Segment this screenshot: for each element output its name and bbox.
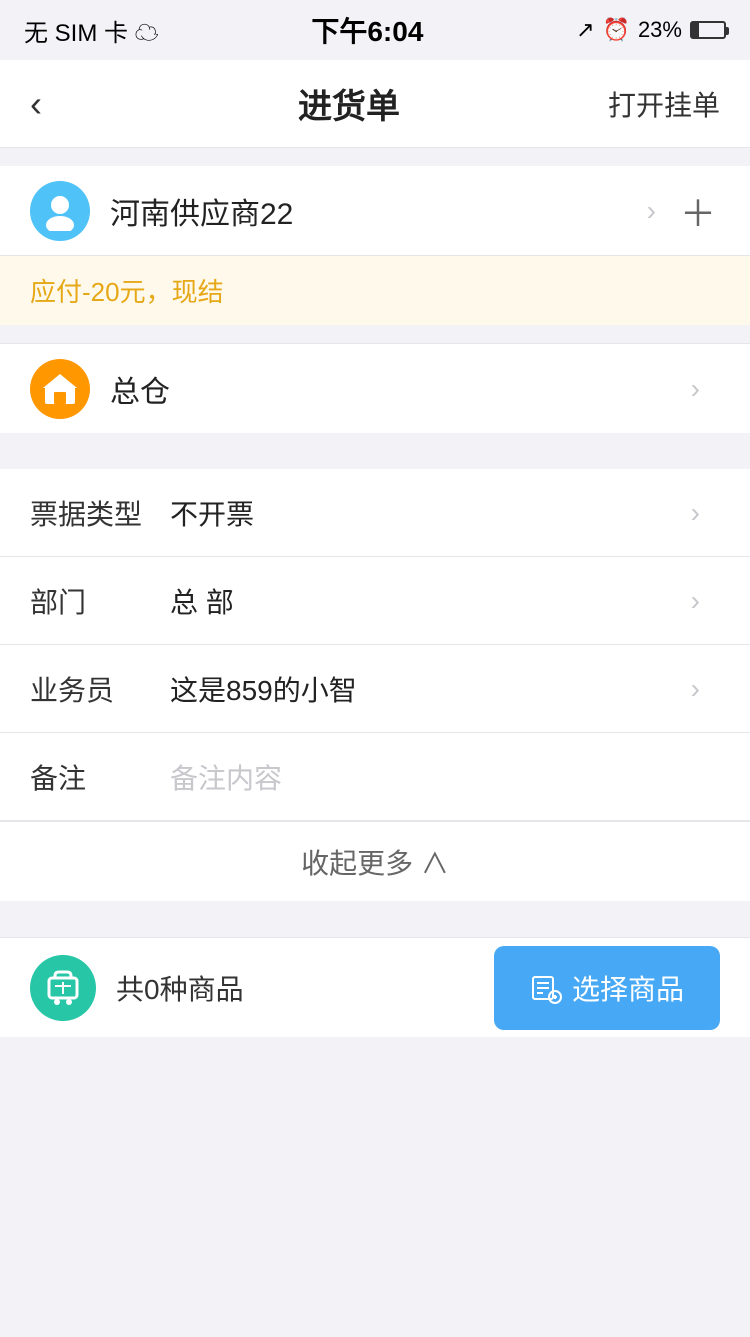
gray-fill-area	[0, 1037, 750, 1337]
select-product-button[interactable]: 选择商品	[494, 946, 720, 1030]
supplier-row[interactable]: 河南供应商22 › ＋	[0, 166, 750, 256]
bottom-bar: 共0种商品 选择商品	[0, 937, 750, 1037]
back-button[interactable]: ‹	[30, 83, 90, 125]
person-icon	[40, 191, 80, 231]
form-row-department[interactable]: 部门 总 部 ›	[0, 557, 750, 645]
department-chevron-icon: ›	[691, 585, 700, 617]
open-pending-button[interactable]: 打开挂单	[608, 84, 720, 124]
product-count-label: 共0种商品	[116, 968, 494, 1008]
warehouse-name: 总仓	[110, 367, 691, 411]
cart-icon	[43, 968, 83, 1008]
form-row-remark[interactable]: 备注 备注内容	[0, 733, 750, 821]
invoice-chevron-icon: ›	[691, 497, 700, 529]
section-gap-2	[0, 325, 750, 343]
chevron-right-icon: ›	[647, 195, 656, 227]
status-bar: 无 SIM 卡 ☁ 下午6:04 ↗ ⏰ 23%	[0, 0, 750, 60]
department-value: 总 部	[170, 581, 691, 621]
nav-bar: ‹ 进货单 打开挂单	[0, 60, 750, 148]
invoice-value: 不开票	[170, 493, 691, 533]
supplier-section: 河南供应商22 › ＋ 应付-20元，现结	[0, 166, 750, 325]
select-product-icon	[530, 972, 562, 1004]
salesperson-value: 这是859的小智	[170, 669, 691, 709]
product-icon-wrap	[30, 955, 96, 1021]
add-supplier-button[interactable]: ＋	[676, 185, 720, 237]
remark-input[interactable]: 备注内容	[170, 757, 720, 797]
supplier-name: 河南供应商22	[110, 189, 647, 233]
battery-icon	[690, 21, 726, 39]
remark-label: 备注	[30, 757, 170, 797]
warehouse-icon-wrap	[30, 359, 90, 419]
select-product-label: 选择商品	[572, 968, 684, 1008]
battery-label: 23%	[638, 17, 682, 43]
department-label: 部门	[30, 581, 170, 621]
page-title: 进货单	[298, 79, 400, 128]
warehouse-row[interactable]: 总仓 ›	[0, 343, 750, 433]
sim-label: 无 SIM 卡 ☁	[24, 13, 159, 48]
form-row-invoice[interactable]: 票据类型 不开票 ›	[0, 469, 750, 557]
collapse-button[interactable]: 收起更多 ∧	[301, 842, 449, 882]
form-section: 票据类型 不开票 › 部门 总 部 › 业务员 这是859的小智 › 备注 备注…	[0, 469, 750, 901]
collapse-row[interactable]: 收起更多 ∧	[0, 821, 750, 901]
warehouse-icon	[41, 370, 79, 408]
status-time: 下午6:04	[311, 10, 423, 50]
invoice-label: 票据类型	[30, 493, 170, 533]
warehouse-section: 总仓 ›	[0, 343, 750, 433]
alarm-icon: ⏰	[603, 17, 630, 43]
form-row-salesperson[interactable]: 业务员 这是859的小智 ›	[0, 645, 750, 733]
location-icon: ↗	[576, 17, 594, 43]
section-gap-3	[0, 433, 750, 451]
supplier-avatar	[30, 181, 90, 241]
salesperson-chevron-icon: ›	[691, 673, 700, 705]
section-gap-4	[0, 901, 750, 919]
warehouse-chevron-icon: ›	[691, 373, 700, 405]
status-left: 无 SIM 卡 ☁	[24, 13, 159, 48]
salesperson-label: 业务员	[30, 669, 170, 709]
supplier-notice: 应付-20元，现结	[0, 256, 750, 325]
status-right: ↗ ⏰ 23%	[576, 17, 726, 43]
section-gap-1	[0, 148, 750, 166]
